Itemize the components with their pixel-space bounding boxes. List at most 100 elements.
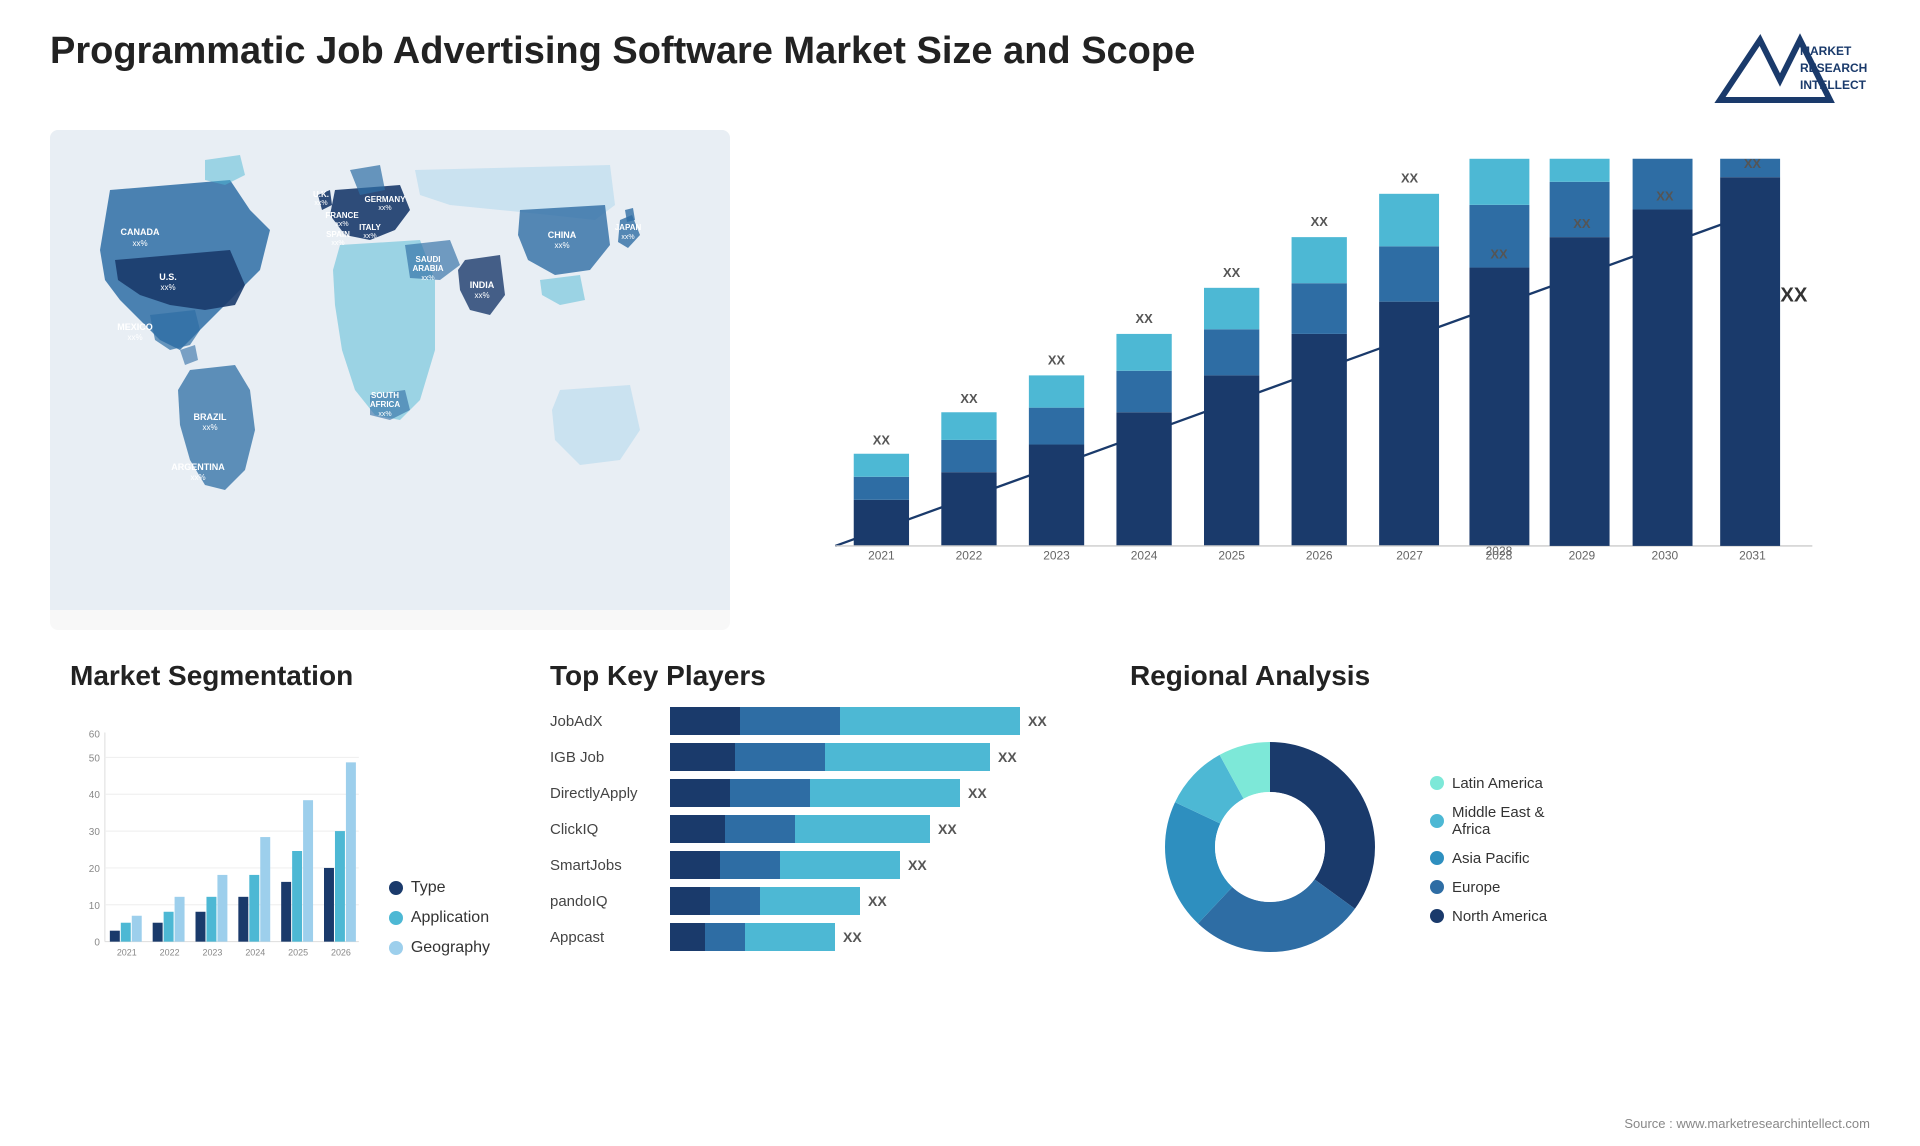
svg-text:BRAZIL: BRAZIL bbox=[194, 412, 227, 422]
svg-text:xx%: xx% bbox=[314, 200, 327, 207]
svg-text:xx%: xx% bbox=[160, 283, 175, 292]
svg-text:xx%: xx% bbox=[474, 291, 489, 300]
player-bar bbox=[670, 743, 990, 771]
svg-text:ARABIA: ARABIA bbox=[412, 264, 443, 273]
svg-text:xx%: xx% bbox=[190, 473, 205, 482]
player-bar-container: XX bbox=[670, 923, 1070, 951]
svg-text:XX: XX bbox=[1223, 265, 1241, 280]
page-title: Programmatic Job Advertising Software Ma… bbox=[50, 30, 1195, 73]
player-row: IGB Job XX bbox=[550, 743, 1070, 771]
svg-text:30: 30 bbox=[89, 827, 101, 838]
player-value: XX bbox=[998, 749, 1017, 765]
svg-text:0: 0 bbox=[94, 938, 100, 949]
svg-text:xx%: xx% bbox=[132, 239, 147, 248]
svg-text:xx%: xx% bbox=[202, 423, 217, 432]
legend-application: Application bbox=[389, 909, 490, 927]
svg-text:MEXICO: MEXICO bbox=[117, 322, 153, 332]
legend-label-application: Application bbox=[411, 909, 489, 927]
svg-text:INTELLECT: INTELLECT bbox=[1800, 78, 1867, 92]
svg-text:xx%: xx% bbox=[421, 275, 434, 282]
player-value: XX bbox=[1028, 713, 1047, 729]
legend-label-europe: Europe bbox=[1452, 879, 1500, 896]
player-value: XX bbox=[938, 821, 957, 837]
svg-text:40: 40 bbox=[89, 790, 101, 801]
player-bar-container: XX bbox=[670, 887, 1070, 915]
legend-dot-namerica bbox=[1430, 909, 1444, 923]
regional-legend-mea: Middle East &Africa bbox=[1430, 804, 1547, 838]
players-list: JobAdX XX IGB Job bbox=[550, 707, 1070, 951]
players-section: Top Key Players JobAdX XX IGB J bbox=[530, 650, 1090, 1030]
svg-text:xx%: xx% bbox=[331, 240, 344, 247]
svg-text:2022: 2022 bbox=[956, 549, 983, 563]
regional-section: Regional Analysis bbox=[1110, 650, 1870, 1030]
header: Programmatic Job Advertising Software Ma… bbox=[50, 30, 1870, 110]
svg-text:XX: XX bbox=[1135, 311, 1153, 326]
player-name: IGB Job bbox=[550, 749, 660, 766]
regional-content: Latin America Middle East &Africa Asia P… bbox=[1130, 707, 1850, 992]
svg-text:2026: 2026 bbox=[331, 948, 351, 958]
regional-legend-europe: Europe bbox=[1430, 879, 1547, 896]
svg-text:MARKET: MARKET bbox=[1800, 44, 1852, 58]
player-value: XX bbox=[843, 929, 862, 945]
svg-text:RESEARCH: RESEARCH bbox=[1800, 61, 1867, 75]
player-bar bbox=[670, 815, 930, 843]
player-name: JobAdX bbox=[550, 713, 660, 730]
svg-text:xx%: xx% bbox=[621, 234, 634, 241]
donut-container bbox=[1130, 707, 1410, 992]
svg-text:60: 60 bbox=[89, 729, 101, 740]
svg-text:CHINA: CHINA bbox=[548, 230, 577, 240]
svg-text:FRANCE: FRANCE bbox=[325, 211, 359, 220]
svg-text:50: 50 bbox=[89, 753, 101, 764]
svg-text:xx%: xx% bbox=[335, 221, 348, 228]
svg-text:xx%: xx% bbox=[378, 411, 391, 418]
map-section: CANADA xx% U.S. xx% MEXICO xx% BRAZIL xx… bbox=[50, 130, 730, 630]
player-bar-container: XX bbox=[670, 779, 1070, 807]
svg-text:2029: 2029 bbox=[1569, 549, 1596, 563]
player-row: pandoIQ XX bbox=[550, 887, 1070, 915]
player-name: DirectlyApply bbox=[550, 785, 660, 802]
svg-text:U.S.: U.S. bbox=[159, 272, 177, 282]
legend-label-apac: Asia Pacific bbox=[1452, 850, 1530, 867]
svg-text:xx%: xx% bbox=[378, 205, 391, 212]
players-title: Top Key Players bbox=[550, 660, 1070, 692]
top-section: CANADA xx% U.S. xx% MEXICO xx% BRAZIL xx… bbox=[50, 130, 1870, 630]
svg-text:2025: 2025 bbox=[1218, 549, 1245, 563]
legend-dot-mea bbox=[1430, 814, 1444, 828]
logo-area: MARKET RESEARCH INTELLECT bbox=[1710, 30, 1870, 110]
player-row: ClickIQ XX bbox=[550, 815, 1070, 843]
svg-text:JAPAN: JAPAN bbox=[615, 223, 642, 232]
legend-label-latin: Latin America bbox=[1452, 775, 1543, 792]
legend-label-type: Type bbox=[411, 879, 446, 897]
svg-text:20: 20 bbox=[89, 864, 101, 875]
svg-text:10: 10 bbox=[89, 901, 101, 912]
legend-dot-apac bbox=[1430, 851, 1444, 865]
segmentation-section: Market Segmentation 0 bbox=[50, 650, 510, 1030]
svg-text:XX: XX bbox=[960, 391, 978, 406]
svg-text:XX: XX bbox=[1744, 156, 1762, 171]
svg-text:xx%: xx% bbox=[127, 333, 142, 342]
svg-text:SPAIN: SPAIN bbox=[326, 230, 350, 239]
legend-label-mea: Middle East &Africa bbox=[1452, 804, 1545, 838]
legend-label-geography: Geography bbox=[411, 939, 490, 957]
svg-text:2022: 2022 bbox=[160, 948, 180, 958]
svg-text:AFRICA: AFRICA bbox=[370, 400, 400, 409]
svg-text:2025: 2025 bbox=[288, 948, 308, 958]
regional-legend: Latin America Middle East &Africa Asia P… bbox=[1430, 775, 1547, 925]
legend-dot-geography bbox=[389, 941, 403, 955]
svg-text:SAUDI: SAUDI bbox=[416, 255, 441, 264]
legend-dot-application bbox=[389, 911, 403, 925]
player-name: pandoIQ bbox=[550, 893, 660, 910]
legend-geography: Geography bbox=[389, 939, 490, 957]
svg-text:XX: XX bbox=[1401, 171, 1419, 186]
svg-text:ITALY: ITALY bbox=[359, 223, 381, 232]
seg-chart-container: 0 10 20 30 40 50 60 2021 2022 2023 2024 … bbox=[70, 707, 490, 987]
svg-text:2031: 2031 bbox=[1739, 549, 1766, 563]
svg-text:2023: 2023 bbox=[1043, 549, 1070, 563]
svg-text:XX: XX bbox=[1656, 188, 1674, 203]
regional-legend-apac: Asia Pacific bbox=[1430, 850, 1547, 867]
svg-text:ARGENTINA: ARGENTINA bbox=[171, 462, 225, 472]
player-row: SmartJobs XX bbox=[550, 851, 1070, 879]
svg-text:xx%: xx% bbox=[363, 233, 376, 240]
legend-dot-type bbox=[389, 881, 403, 895]
player-value: XX bbox=[908, 857, 927, 873]
